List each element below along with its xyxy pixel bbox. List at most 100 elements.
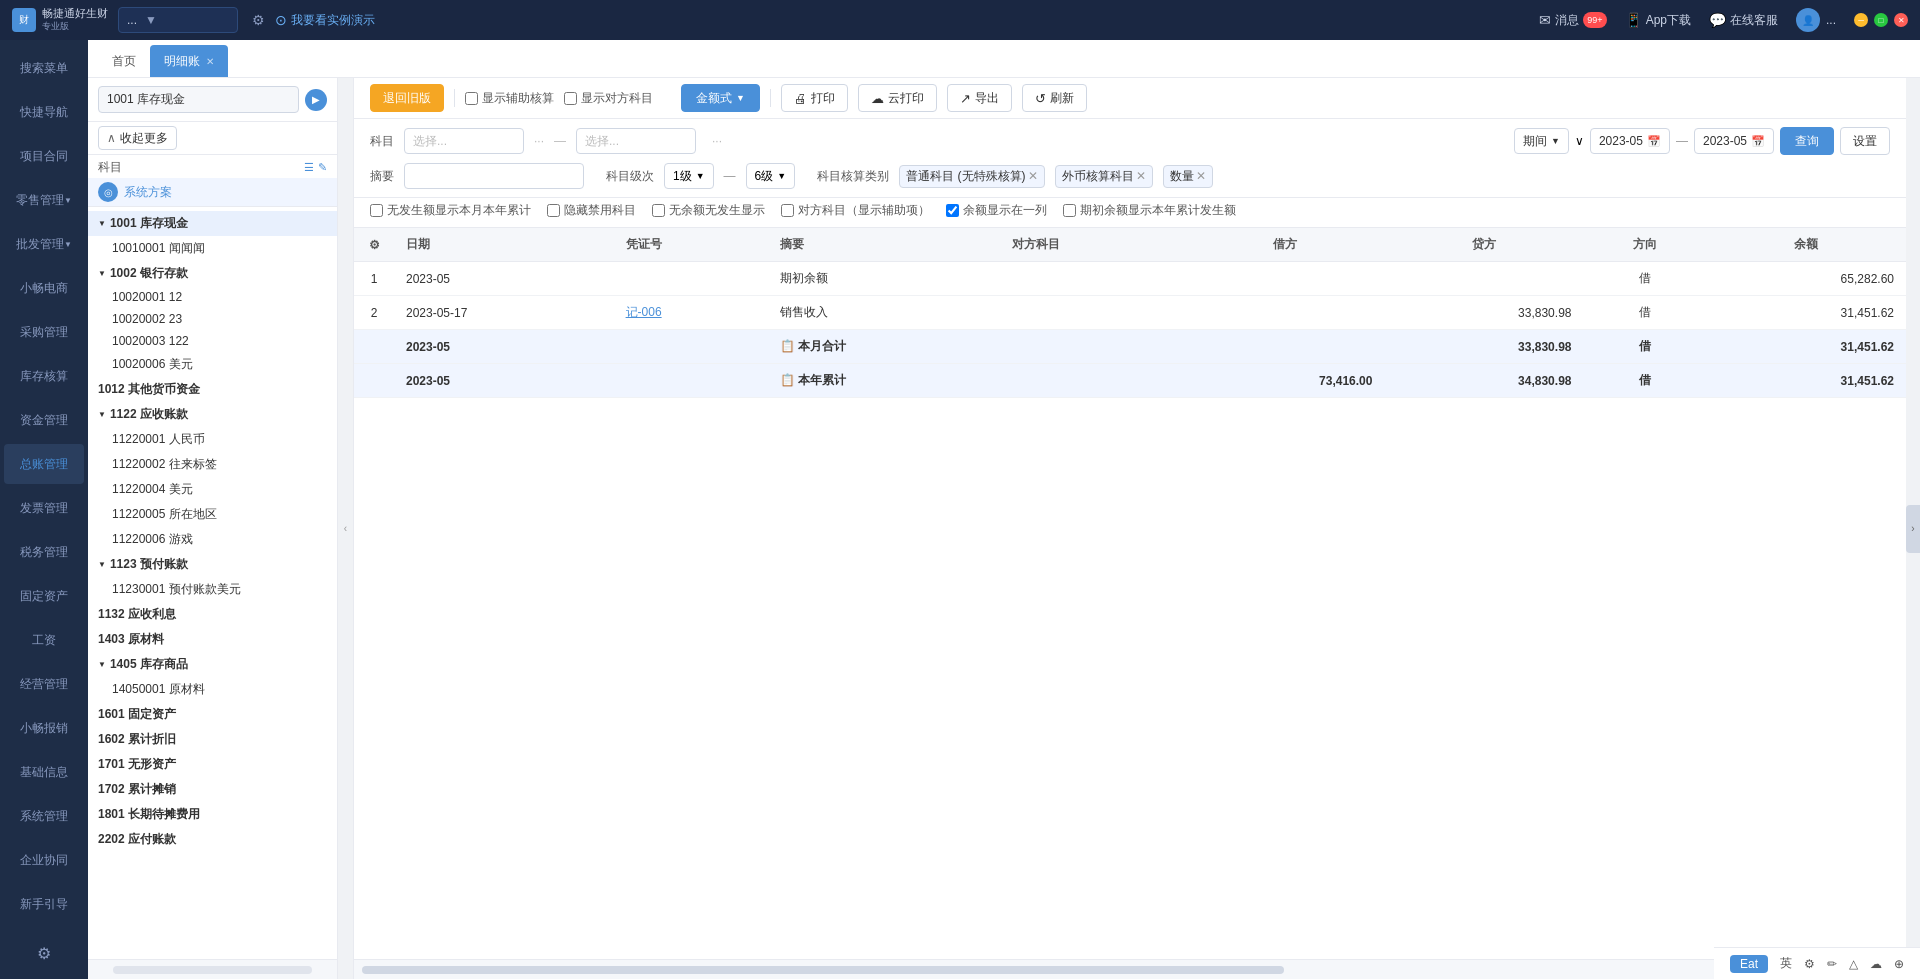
sidebar-item-search[interactable]: 搜索菜单 [4, 48, 84, 88]
tag-remove-1[interactable]: ✕ [1136, 169, 1146, 183]
sidebar-item-funds[interactable]: 资金管理 [4, 400, 84, 440]
bottom-icon-5[interactable]: ⊕ [1894, 957, 1904, 971]
level-end-select[interactable]: 6级 ▼ [746, 163, 796, 189]
scheme-label[interactable]: 系统方案 [124, 184, 172, 201]
horizontal-scrollbar[interactable] [362, 966, 1284, 974]
bottom-icon-2[interactable]: ✏ [1827, 957, 1837, 971]
app-download-btn[interactable]: 📱 App下载 [1625, 12, 1691, 29]
panel-collapse-btn[interactable]: ‹ [338, 78, 354, 979]
sidebar-item-expense[interactable]: 小畅报销 [4, 708, 84, 748]
tab-close-icon[interactable]: ✕ [206, 56, 214, 67]
tree-expand-icon[interactable]: ☰ [304, 161, 314, 174]
tree-item-10020003[interactable]: 10020003 122 [88, 330, 337, 352]
sidebar-item-collab[interactable]: 企业协同 [4, 840, 84, 880]
tree-scrollbar[interactable] [88, 959, 337, 979]
tree-item-11220006[interactable]: 11220006 游戏 [88, 527, 337, 552]
bottom-icon-4[interactable]: ☁ [1870, 957, 1882, 971]
current-account-display[interactable]: 1001 库存现金 [98, 86, 299, 113]
tree-item-11220001[interactable]: 11220001 人民币 [88, 427, 337, 452]
sidebar-item-invoice[interactable]: 发票管理 [4, 488, 84, 528]
maximize-btn[interactable]: □ [1874, 13, 1888, 27]
tree-item-11220004[interactable]: 11220004 美元 [88, 477, 337, 502]
tree-item-1801[interactable]: 1801 长期待摊费用 [88, 802, 337, 827]
settings-btn[interactable]: 设置 [1840, 127, 1890, 155]
check-counter-subject[interactable]: 对方科目（显示辅助项） [781, 202, 930, 219]
filter-tag-2[interactable]: 数量 ✕ [1163, 165, 1213, 188]
tree-item-1601[interactable]: 1601 固定资产 [88, 702, 337, 727]
minimize-btn[interactable]: ─ [1854, 13, 1868, 27]
tree-search-icon[interactable]: ✎ [318, 161, 327, 174]
user-info[interactable]: 👤 ... [1796, 8, 1836, 32]
sidebar-item-ledger[interactable]: 总账管理 [4, 444, 84, 484]
cloud-print-btn[interactable]: ☁ 云打印 [858, 84, 937, 112]
messages-btn[interactable]: ✉ 消息 99+ [1539, 12, 1606, 29]
print-btn[interactable]: 🖨 打印 [781, 84, 848, 112]
sidebar-item-retail[interactable]: 零售管理 ▼ [4, 180, 84, 220]
sidebar-item-system[interactable]: 系统管理 [4, 796, 84, 836]
subject-input[interactable]: 选择... [404, 128, 524, 154]
tree-item-10010001[interactable]: 10010001 闻闻闻 [88, 236, 337, 261]
check-hide-disabled[interactable]: 隐藏禁用科目 [547, 202, 636, 219]
filter-tag-0[interactable]: 普通科目 (无特殊核算) ✕ [899, 165, 1044, 188]
filter-tag-1[interactable]: 外币核算科目 ✕ [1055, 165, 1153, 188]
check-balance-one-col[interactable]: 余额显示在一列 [946, 202, 1047, 219]
show-counter-check[interactable]: 显示对方科目 [564, 90, 653, 107]
tree-item-1123[interactable]: ▼ 1123 预付账款 [88, 552, 337, 577]
tab-detail-ledger[interactable]: 明细账 ✕ [150, 45, 228, 77]
check-no-balance[interactable]: 无余额无发生显示 [652, 202, 765, 219]
demo-link[interactable]: ⊙ 我要看实例演示 [275, 12, 375, 29]
tree-item-1702[interactable]: 1702 累计摊销 [88, 777, 337, 802]
tree-item-2202[interactable]: 2202 应付账款 [88, 827, 337, 852]
settings-icon[interactable]: ⚙ [252, 12, 265, 28]
tree-item-10020006[interactable]: 10020006 美元 [88, 352, 337, 377]
account-nav-btn[interactable]: ▶ [305, 89, 327, 111]
tree-item-1403[interactable]: 1403 原材料 [88, 627, 337, 652]
bottom-icon-3[interactable]: △ [1849, 957, 1858, 971]
tree-item-11220005[interactable]: 11220005 所在地区 [88, 502, 337, 527]
tree-item-11220002[interactable]: 11220002 往来标签 [88, 452, 337, 477]
sidebar-item-wholesale[interactable]: 批发管理 ▼ [4, 224, 84, 264]
tree-item-14050001[interactable]: 14050001 原材料 [88, 677, 337, 702]
show-aux-check[interactable]: 显示辅助核算 [465, 90, 554, 107]
sidebar-item-project[interactable]: 项目合同 [4, 136, 84, 176]
period-mode-select[interactable]: 期间 ▼ [1514, 128, 1569, 154]
query-btn[interactable]: 查询 [1780, 127, 1834, 155]
sidebar-item-purchase[interactable]: 采购管理 [4, 312, 84, 352]
sidebar-item-fixed[interactable]: 固定资产 [4, 576, 84, 616]
close-btn[interactable]: ✕ [1894, 13, 1908, 27]
summary-input[interactable] [404, 163, 584, 189]
row-voucher[interactable]: 记-006 [614, 296, 768, 330]
return-old-btn[interactable]: 退回旧版 [370, 84, 444, 112]
col-gear[interactable]: ⚙ [354, 228, 394, 262]
right-collapse-btn[interactable]: › [1906, 505, 1920, 553]
sidebar-item-quicknav[interactable]: 快捷导航 [4, 92, 84, 132]
tree-item-1002[interactable]: ▼ 1002 银行存款 [88, 261, 337, 286]
eat-btn[interactable]: Eat [1730, 955, 1768, 973]
period-start-input[interactable]: 2023-05 📅 [1590, 128, 1670, 154]
lang-switch[interactable]: 英 [1780, 955, 1792, 972]
tag-remove-0[interactable]: ✕ [1028, 169, 1038, 183]
tag-remove-2[interactable]: ✕ [1196, 169, 1206, 183]
amount-format-btn[interactable]: 金额式 ▼ [681, 84, 760, 112]
expand-more-btn[interactable]: ∧ 收起更多 [98, 126, 177, 150]
tree-item-1405[interactable]: ▼ 1405 库存商品 [88, 652, 337, 677]
tree-item-1132[interactable]: 1132 应收利息 [88, 602, 337, 627]
tree-item-10020002[interactable]: 10020002 23 [88, 308, 337, 330]
online-service-btn[interactable]: 💬 在线客服 [1709, 12, 1778, 29]
sidebar-item-inventory[interactable]: 库存核算 [4, 356, 84, 396]
sidebar-item-payroll[interactable]: 工资 [4, 620, 84, 660]
sidebar-item-guide[interactable]: 新手引导 [4, 884, 84, 924]
sidebar-item-ecom[interactable]: 小畅电商 [4, 268, 84, 308]
tree-item-1001[interactable]: ▼ 1001 库存现金 [88, 211, 337, 236]
sidebar-settings-icon[interactable]: ⚙ [37, 944, 51, 963]
bottom-icon-1[interactable]: ⚙ [1804, 957, 1815, 971]
refresh-btn[interactable]: ↺ 刷新 [1022, 84, 1087, 112]
tree-item-1701[interactable]: 1701 无形资产 [88, 752, 337, 777]
tree-item-1012[interactable]: 1012 其他货币资金 [88, 377, 337, 402]
tree-item-11230001[interactable]: 11230001 预付账款美元 [88, 577, 337, 602]
export-btn[interactable]: ↗ 导出 [947, 84, 1012, 112]
sidebar-item-base[interactable]: 基础信息 [4, 752, 84, 792]
check-initial-balance[interactable]: 期初余额显示本年累计发生额 [1063, 202, 1236, 219]
level-start-select[interactable]: 1级 ▼ [664, 163, 714, 189]
company-selector[interactable]: ... ▼ [118, 7, 238, 33]
